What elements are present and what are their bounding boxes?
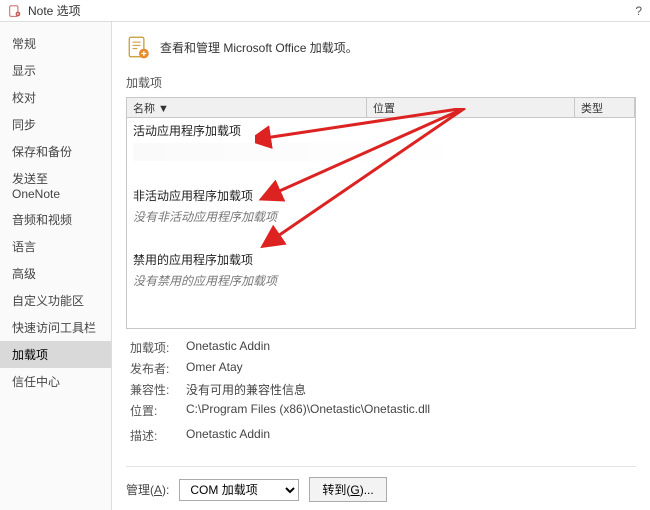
content-header-title: 查看和管理 Microsoft Office 加载项。 bbox=[160, 39, 358, 56]
detail-key: 加载项: bbox=[130, 339, 186, 356]
manage-select[interactable]: COM 加载项 bbox=[179, 479, 299, 501]
group-inactive-empty: 没有非活动应用程序加载项 bbox=[133, 206, 629, 225]
main-area: 常规 显示 校对 同步 保存和备份 发送至 OneNote 音频和视频 语言 高… bbox=[0, 22, 650, 510]
list-item[interactable] bbox=[133, 143, 629, 161]
window-title: Note 选项 bbox=[28, 2, 81, 19]
detail-key: 描述: bbox=[130, 427, 186, 444]
detail-key: 发布者: bbox=[130, 360, 186, 377]
detail-key: 兼容性: bbox=[130, 381, 186, 398]
app-icon bbox=[8, 4, 22, 18]
addin-header-icon bbox=[126, 34, 152, 60]
group-inactive-title: 非活动应用程序加载项 bbox=[133, 187, 629, 206]
addins-section-label: 加载项 bbox=[126, 74, 636, 91]
titlebar: Note 选项 ? bbox=[0, 0, 650, 22]
group-active-title: 活动应用程序加载项 bbox=[133, 122, 629, 141]
detail-row-location: 位置: C:\Program Files (x86)\Onetastic\One… bbox=[130, 402, 636, 419]
go-button[interactable]: 转到(G)... bbox=[309, 477, 386, 502]
sidebar-item-language[interactable]: 语言 bbox=[0, 233, 111, 260]
group-disabled: 禁用的应用程序加载项 没有禁用的应用程序加载项 bbox=[127, 247, 635, 291]
addins-list[interactable]: 名称 ▼ 位置 类型 活动应用程序加载项 非活动应用程序加载项 没有非活动应用程… bbox=[126, 97, 636, 329]
manage-label: 管理(A): bbox=[126, 481, 169, 498]
group-inactive: 非活动应用程序加载项 没有非活动应用程序加载项 bbox=[127, 183, 635, 227]
footer-controls: 管理(A): COM 加载项 转到(G)... bbox=[126, 466, 636, 502]
sidebar: 常规 显示 校对 同步 保存和备份 发送至 OneNote 音频和视频 语言 高… bbox=[0, 22, 112, 510]
addins-list-header: 名称 ▼ 位置 类型 bbox=[127, 98, 635, 118]
sidebar-item-addins[interactable]: 加载项 bbox=[0, 341, 111, 368]
col-header-name[interactable]: 名称 ▼ bbox=[127, 98, 367, 117]
sidebar-item-audio-video[interactable]: 音频和视频 bbox=[0, 206, 111, 233]
detail-value: Onetastic Addin bbox=[186, 427, 270, 444]
sidebar-item-trust-center[interactable]: 信任中心 bbox=[0, 368, 111, 395]
sidebar-item-save-backup[interactable]: 保存和备份 bbox=[0, 138, 111, 165]
sidebar-item-general[interactable]: 常规 bbox=[0, 30, 111, 57]
detail-value: Omer Atay bbox=[186, 360, 243, 377]
sidebar-item-advanced[interactable]: 高级 bbox=[0, 260, 111, 287]
sidebar-item-proofing[interactable]: 校对 bbox=[0, 84, 111, 111]
detail-value: C:\Program Files (x86)\Onetastic\Onetast… bbox=[186, 402, 430, 419]
content-pane: 查看和管理 Microsoft Office 加载项。 加载项 名称 ▼ 位置 … bbox=[112, 22, 650, 510]
sidebar-item-customize-ribbon[interactable]: 自定义功能区 bbox=[0, 287, 111, 314]
group-disabled-title: 禁用的应用程序加载项 bbox=[133, 251, 629, 270]
detail-row-compat: 兼容性: 没有可用的兼容性信息 bbox=[130, 381, 636, 398]
detail-row-addin: 加载项: Onetastic Addin bbox=[130, 339, 636, 356]
group-disabled-empty: 没有禁用的应用程序加载项 bbox=[133, 270, 629, 289]
detail-value: 没有可用的兼容性信息 bbox=[186, 381, 306, 398]
sidebar-item-display[interactable]: 显示 bbox=[0, 57, 111, 84]
detail-row-description: 描述: Onetastic Addin bbox=[130, 427, 636, 444]
detail-key: 位置: bbox=[130, 402, 186, 419]
sidebar-item-quick-access[interactable]: 快速访问工具栏 bbox=[0, 314, 111, 341]
group-active: 活动应用程序加载项 bbox=[127, 118, 635, 163]
sidebar-item-sync[interactable]: 同步 bbox=[0, 111, 111, 138]
detail-value: Onetastic Addin bbox=[186, 339, 270, 356]
content-header: 查看和管理 Microsoft Office 加载项。 bbox=[126, 34, 636, 60]
help-button[interactable]: ? bbox=[635, 4, 642, 18]
col-header-type[interactable]: 类型 bbox=[575, 98, 635, 117]
col-header-location[interactable]: 位置 bbox=[367, 98, 575, 117]
detail-row-publisher: 发布者: Omer Atay bbox=[130, 360, 636, 377]
addin-details: 加载项: Onetastic Addin 发布者: Omer Atay 兼容性:… bbox=[126, 339, 636, 448]
sidebar-item-send-onenote[interactable]: 发送至 OneNote bbox=[0, 165, 111, 206]
